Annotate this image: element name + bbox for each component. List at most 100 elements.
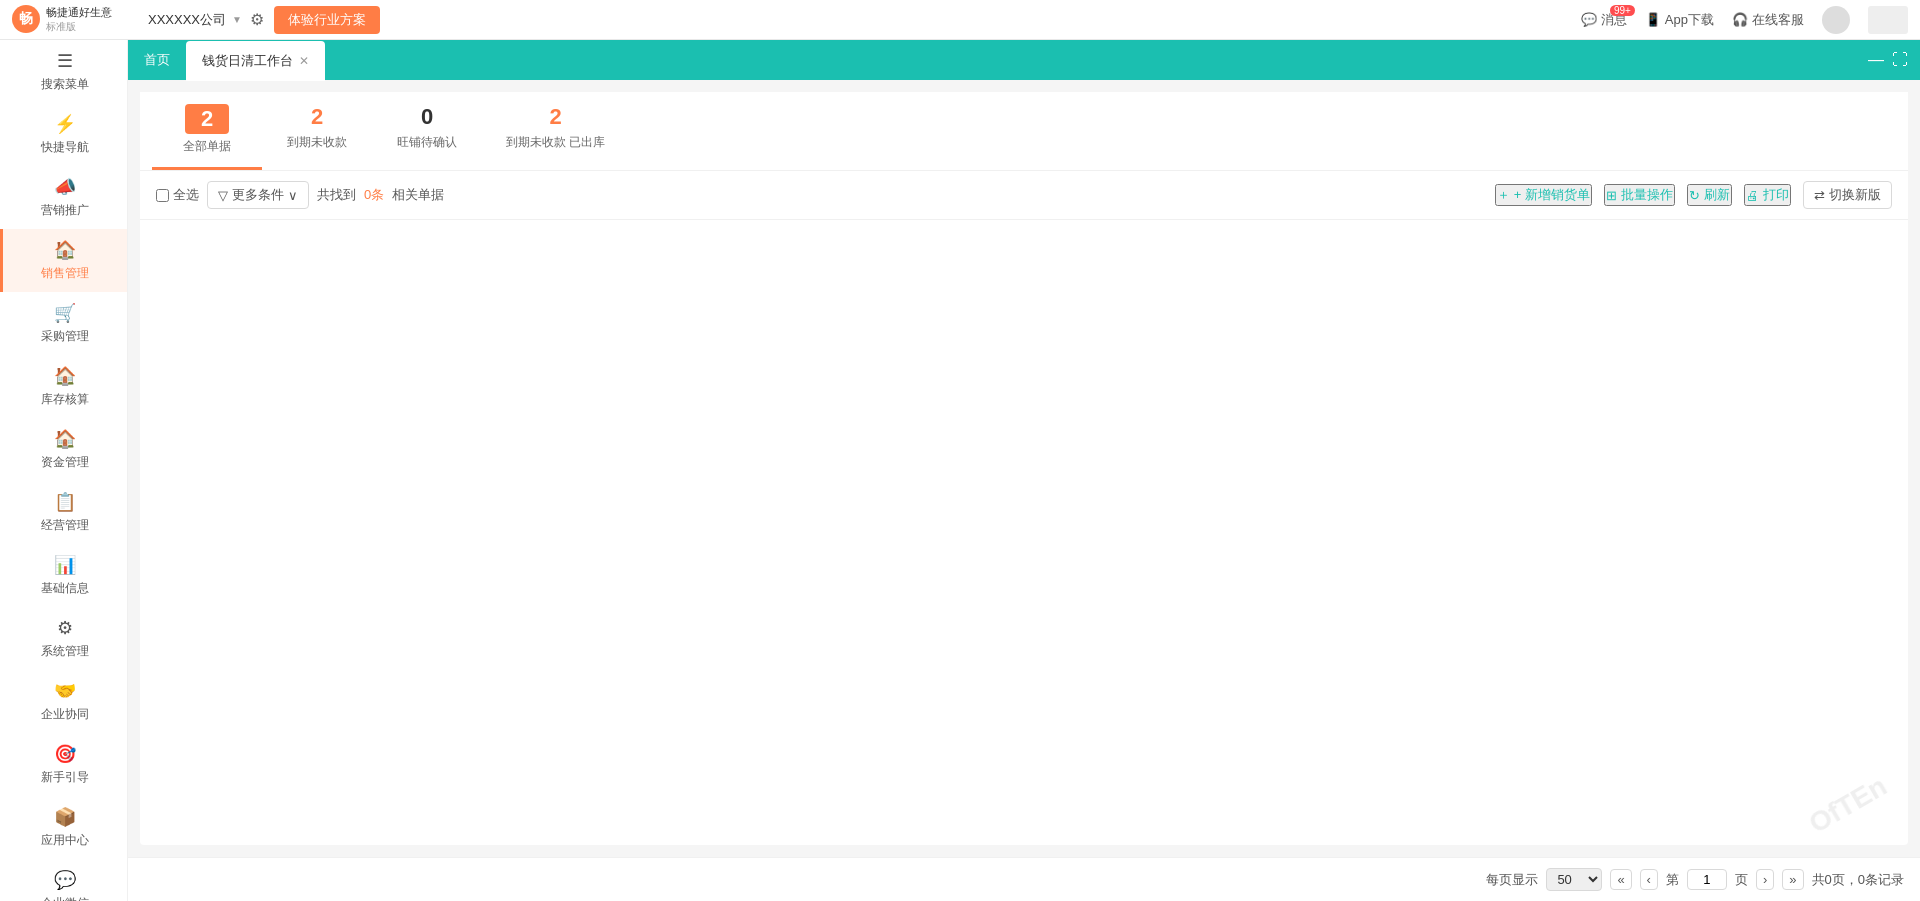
print-label: 打印	[1763, 186, 1789, 204]
result-text: 共找到	[317, 186, 356, 204]
service-icon: 🎧	[1732, 12, 1748, 27]
page-word-before: 第	[1666, 871, 1679, 889]
app-body: ☰ 搜索菜单 ⚡ 快捷导航 📣 营销推广 🏠 销售管理 🛒 采购管理 🏠 库存核…	[0, 40, 1920, 901]
refresh-icon: ↻	[1689, 188, 1700, 203]
stat-count-all: 2	[185, 104, 229, 134]
page-size-select[interactable]: 50 100 200	[1546, 868, 1602, 891]
sidebar-item-inventory[interactable]: 🏠 库存核算	[0, 355, 127, 418]
company-name: XXXXXX公司	[148, 11, 226, 29]
gear-icon[interactable]: ⚙	[250, 10, 264, 29]
maximize-icon[interactable]: ⛶	[1892, 51, 1908, 69]
top-header: 畅 畅捷通好生意 标准版 XXXXXX公司 ▼ ⚙ 体验行业方案 💬 消息 99…	[0, 0, 1920, 40]
sidebar-item-label: 营销推广	[41, 202, 89, 219]
base-info-icon: 📊	[54, 554, 76, 576]
page-size-label: 每页显示	[1486, 871, 1538, 889]
sidebar-item-operations[interactable]: 📋 经营管理	[0, 481, 127, 544]
sidebar-item-label: 系统管理	[41, 643, 89, 660]
close-icon[interactable]: ✕	[299, 54, 309, 68]
result-count: 0条	[364, 186, 384, 204]
toolbar-right: ＋ + 新增销货单 ⊞ 批量操作 ↻ 刷新 🖨	[1495, 181, 1892, 209]
main-content: 首页 钱货日清工作台 ✕ — ⛶ 2 全部单据 2	[128, 40, 1920, 901]
batch-icon: ⊞	[1606, 188, 1617, 203]
sales-icon: 🏠	[54, 239, 76, 261]
sidebar-item-search[interactable]: ☰ 搜索菜单	[0, 40, 127, 103]
filter-icon: ▽	[218, 188, 228, 203]
cooperation-icon: 🤝	[54, 680, 76, 702]
chevron-down-icon: ▼	[232, 14, 242, 25]
stat-tab-pending[interactable]: 0 旺铺待确认	[372, 92, 482, 170]
tab-work-bench[interactable]: 钱货日清工作台 ✕	[186, 41, 325, 81]
stat-tab-all[interactable]: 2 全部单据	[152, 92, 262, 170]
content-area: 2 全部单据 2 到期未收款 0 旺铺待确认 2 到期未收款 已出库	[128, 80, 1920, 857]
empty-area	[140, 220, 1908, 620]
chevron-down-icon: ∨	[288, 188, 298, 203]
sidebar-item-sales[interactable]: 🏠 销售管理	[0, 229, 127, 292]
mobile-icon: 📱	[1645, 12, 1661, 27]
stat-label-pending: 旺铺待确认	[397, 134, 457, 151]
batch-operation-button[interactable]: ⊞ 批量操作	[1604, 184, 1675, 206]
sidebar-item-app-center[interactable]: 📦 应用中心	[0, 796, 127, 859]
select-all-checkbox[interactable]: 全选	[156, 186, 199, 204]
print-button[interactable]: 🖨 打印	[1744, 184, 1791, 206]
sidebar-item-label: 经营管理	[41, 517, 89, 534]
first-page-button[interactable]: «	[1610, 869, 1631, 890]
switch-version-button[interactable]: ⇄ 切换新版	[1803, 181, 1892, 209]
logo-icon: 畅	[12, 5, 40, 33]
app-download-label: App下载	[1665, 11, 1714, 29]
online-service-label: 在线客服	[1752, 11, 1804, 29]
print-icon: 🖨	[1746, 188, 1759, 203]
total-record-text: 共0页，0条记录	[1812, 871, 1904, 889]
sidebar-item-guide[interactable]: 🎯 新手引导	[0, 733, 127, 796]
add-sales-button[interactable]: ＋ + 新增销货单	[1495, 184, 1592, 206]
filter-button[interactable]: ▽ 更多条件 ∨	[207, 181, 309, 209]
page-number-input[interactable]	[1687, 869, 1727, 890]
company-selector[interactable]: XXXXXX公司 ▼	[148, 11, 242, 29]
sidebar-item-label: 搜索菜单	[41, 76, 89, 93]
result-suffix: 相关单据	[392, 186, 444, 204]
stat-count-shipped: 2	[550, 104, 562, 130]
stat-tab-overdue[interactable]: 2 到期未收款	[262, 92, 372, 170]
stat-tab-shipped[interactable]: 2 到期未收款 已出库	[482, 92, 629, 170]
sidebar-item-label: 基础信息	[41, 580, 89, 597]
message-button[interactable]: 💬 消息 99+	[1581, 11, 1627, 29]
switch-icon: ⇄	[1814, 188, 1825, 203]
sidebar-item-label: 新手引导	[41, 769, 89, 786]
cart-icon: 🛒	[54, 302, 76, 324]
finance-icon: 🏠	[54, 428, 76, 450]
operations-icon: 📋	[54, 491, 76, 513]
sidebar-item-base-info[interactable]: 📊 基础信息	[0, 544, 127, 607]
guide-icon: 🎯	[54, 743, 76, 765]
page-word: 页	[1735, 871, 1748, 889]
tab-bar-right: — ⛶	[1868, 51, 1920, 69]
sidebar-item-wechat[interactable]: 💬 企业微信	[0, 859, 127, 901]
sidebar-item-cooperation[interactable]: 🤝 企业协同	[0, 670, 127, 733]
filter-label: 更多条件	[232, 186, 284, 204]
sidebar-item-label: 企业微信	[41, 895, 89, 901]
sidebar-item-label: 应用中心	[41, 832, 89, 849]
last-page-button[interactable]: »	[1782, 869, 1803, 890]
app-center-icon: 📦	[54, 806, 76, 828]
message-badge: 99+	[1610, 5, 1635, 16]
logo-area: 畅 畅捷通好生意 标准版	[12, 5, 140, 33]
stat-label-overdue: 到期未收款	[287, 134, 347, 151]
refresh-label: 刷新	[1704, 186, 1730, 204]
try-plan-button[interactable]: 体验行业方案	[274, 6, 380, 34]
minimize-icon[interactable]: —	[1868, 51, 1884, 69]
refresh-button[interactable]: ↻ 刷新	[1687, 184, 1732, 206]
sidebar-item-quick-nav[interactable]: ⚡ 快捷导航	[0, 103, 127, 166]
sidebar-item-marketing[interactable]: 📣 营销推广	[0, 166, 127, 229]
app-download-button[interactable]: 📱 App下载	[1645, 11, 1714, 29]
prev-page-button[interactable]: ‹	[1640, 869, 1658, 890]
sidebar-item-finance[interactable]: 🏠 资金管理	[0, 418, 127, 481]
tab-home[interactable]: 首页	[128, 40, 186, 80]
checkbox-input[interactable]	[156, 189, 169, 202]
sidebar-item-system[interactable]: ⚙ 系统管理	[0, 607, 127, 670]
user-menu[interactable]	[1868, 6, 1908, 34]
inventory-icon: 🏠	[54, 365, 76, 387]
online-service-button[interactable]: 🎧 在线客服	[1732, 11, 1804, 29]
wechat-icon: 💬	[54, 869, 76, 891]
next-page-button[interactable]: ›	[1756, 869, 1774, 890]
sidebar-item-label: 库存核算	[41, 391, 89, 408]
avatar[interactable]	[1822, 6, 1850, 34]
sidebar-item-purchase[interactable]: 🛒 采购管理	[0, 292, 127, 355]
